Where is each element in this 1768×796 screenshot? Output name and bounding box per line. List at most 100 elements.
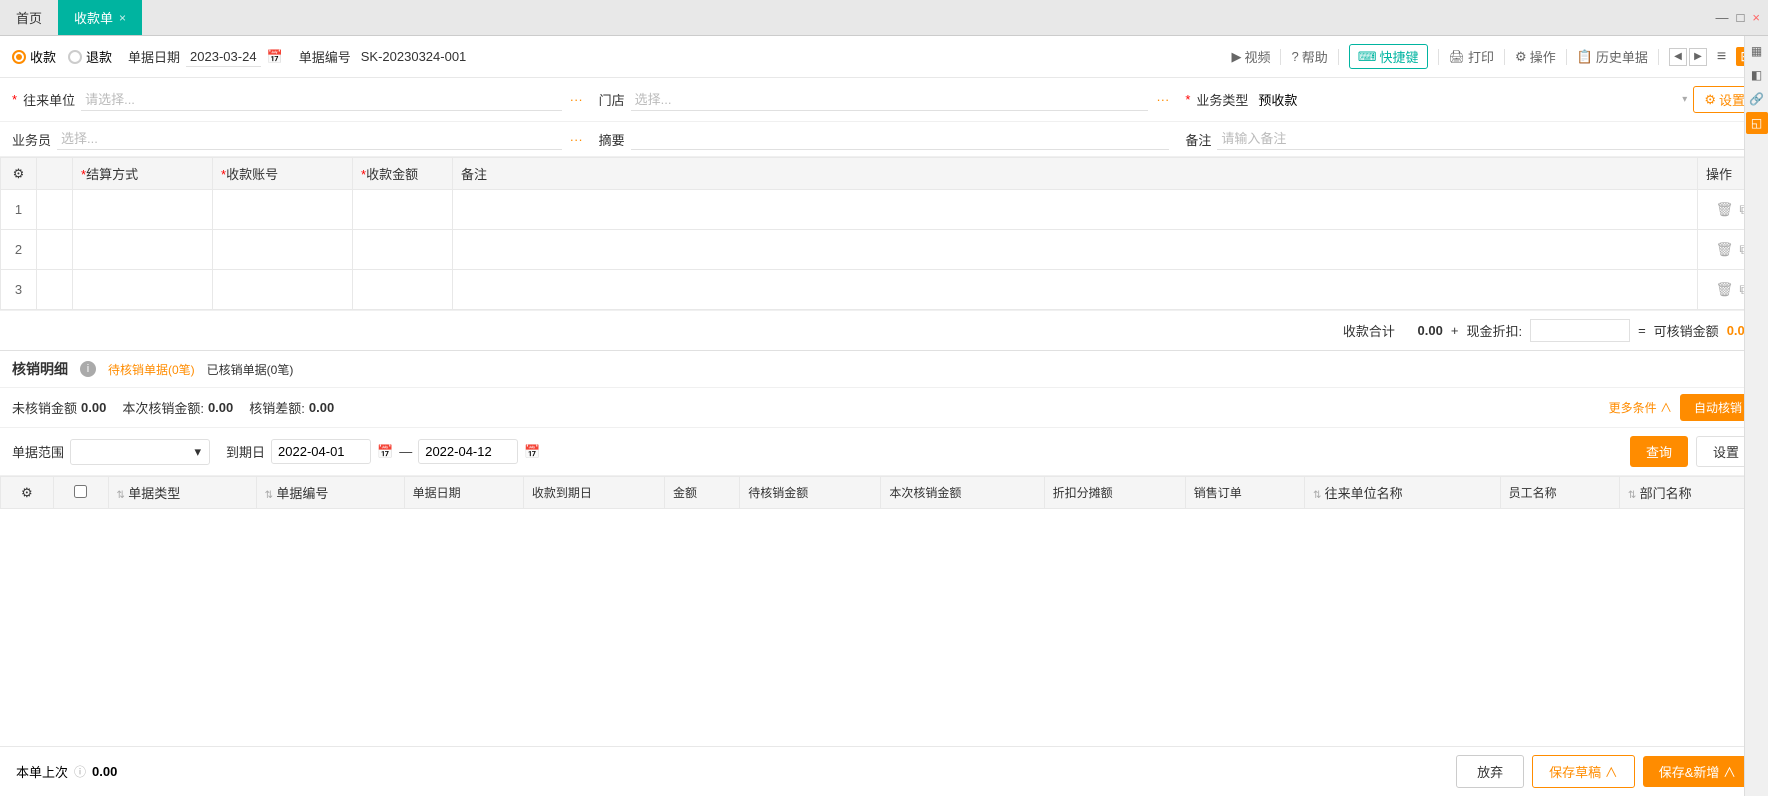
table-settle-header: *结算方式 — [73, 158, 213, 190]
operation-btn[interactable]: ⚙ 操作 — [1515, 47, 1556, 66]
staff-dots-icon[interactable]: ··· — [570, 132, 583, 147]
video-btn[interactable]: ▶ 视频 — [1231, 47, 1270, 66]
vt-gear-header[interactable]: ⚙ — [1, 477, 54, 509]
row2-amount[interactable] — [353, 230, 453, 270]
tab-receipt-label: 收款单 — [74, 8, 113, 27]
partner-input[interactable] — [81, 89, 562, 111]
remark-input[interactable] — [1217, 128, 1756, 150]
vt-check-all[interactable] — [74, 485, 87, 498]
save-draft-btn[interactable]: 保存草稿 ∧ — [1532, 755, 1635, 788]
window-close-icon[interactable]: × — [1752, 10, 1760, 25]
partner-label: 往来单位 — [23, 90, 75, 109]
list-view-icon[interactable]: ≡ — [1717, 48, 1726, 66]
verify-title: 核销明细 — [12, 359, 68, 379]
date-sep: — — [399, 444, 412, 459]
window-maximize-icon[interactable]: □ — [1737, 10, 1745, 25]
calendar-icon[interactable]: 📅 — [267, 49, 283, 65]
due-date-to[interactable] — [418, 439, 518, 464]
tab-done[interactable]: 已核销单据(0笔) — [207, 361, 294, 378]
summary-input[interactable] — [631, 128, 1170, 150]
tab-close-icon[interactable]: × — [119, 11, 126, 25]
query-btn[interactable]: 查询 — [1630, 436, 1688, 467]
partner-dots-icon[interactable]: ··· — [570, 92, 583, 107]
print-btn[interactable]: 🖨 打印 — [1449, 47, 1495, 66]
history-btn[interactable]: 📋 历史单据 — [1577, 47, 1648, 66]
biz-type-field: * 业务类型 预收款 ▾ ⚙ 设置 — [1185, 86, 1756, 113]
plus-sign: + — [1451, 323, 1459, 338]
unchecked-value: 0.00 — [81, 400, 106, 415]
row3-account[interactable] — [213, 270, 353, 310]
row2-remark[interactable] — [453, 230, 1698, 270]
row3-delete-icon[interactable]: 🗑 — [1716, 281, 1734, 298]
doc-date-label: 单据日期 — [128, 47, 180, 66]
abandon-btn[interactable]: 放弃 — [1456, 755, 1524, 788]
row2-delete-icon[interactable]: 🗑 — [1716, 241, 1734, 258]
summary-label: 摘要 — [599, 130, 625, 149]
receipt-radio[interactable]: 收款 — [12, 47, 56, 66]
row1-delete-icon[interactable]: 🗑 — [1716, 201, 1734, 218]
help-icon: ? — [1291, 49, 1298, 64]
help-btn[interactable]: ? 帮助 — [1291, 47, 1327, 66]
row2-settle[interactable] — [73, 230, 213, 270]
per-page-value: 0.00 — [92, 764, 117, 779]
verify-table-wrap: ⚙ ⇅ 单据类型 ⇅ 单据编号 单据日期 — [0, 476, 1768, 746]
calendar-to-icon[interactable]: 📅 — [524, 444, 540, 460]
prev-btn[interactable]: ◀ — [1669, 48, 1687, 66]
store-input[interactable] — [631, 89, 1149, 111]
more-filters-btn[interactable]: 更多条件 ∧ — [1609, 399, 1672, 416]
row1-remark[interactable] — [453, 190, 1698, 230]
next-btn[interactable]: ▶ — [1689, 48, 1707, 66]
row1-amount[interactable] — [353, 190, 453, 230]
sidebar-table-icon[interactable]: ▦ — [1746, 40, 1768, 62]
tab-pending[interactable]: 待核销单据(0笔) — [108, 361, 195, 378]
biz-type-label: 业务类型 — [1196, 90, 1248, 109]
row3-settle[interactable] — [73, 270, 213, 310]
shortcut-btn[interactable]: ⌨ 快捷键 — [1349, 44, 1428, 69]
row3-num: 3 — [1, 270, 37, 310]
table-gear-header[interactable]: ⚙ — [1, 158, 37, 190]
vt-check-header — [53, 477, 108, 509]
vt-staff-name-header: 员工名称 — [1500, 477, 1619, 509]
sidebar-panel-icon[interactable]: ◧ — [1746, 64, 1768, 86]
row3-remark[interactable] — [453, 270, 1698, 310]
tab-receipt[interactable]: 收款单 × — [58, 0, 142, 35]
toolbar: 收款 退款 单据日期 2023-03-24 📅 单据编号 SK-20230324… — [0, 36, 1768, 78]
row1-num: 1 — [1, 190, 37, 230]
due-date-from[interactable] — [271, 439, 371, 464]
row2-num2 — [37, 230, 73, 270]
row2-account[interactable] — [213, 230, 353, 270]
doc-no-label: 单据编号 — [299, 47, 351, 66]
doc-range-label: 单据范围 — [12, 442, 64, 461]
doc-range-select[interactable]: ▾ — [70, 439, 210, 465]
vt-doc-no-header: ⇅ 单据编号 — [256, 477, 404, 509]
sidebar-link-icon[interactable]: 🔗 — [1746, 88, 1768, 110]
video-icon: ▶ — [1231, 49, 1241, 65]
row3-amount[interactable] — [353, 270, 453, 310]
biz-type-arrow-icon[interactable]: ▾ — [1682, 94, 1687, 105]
vt-due-date-header: 收款到期日 — [523, 477, 664, 509]
divider2 — [1338, 49, 1339, 65]
store-dots-icon[interactable]: ··· — [1156, 92, 1169, 107]
save-new-btn[interactable]: 保存&新增 ∧ — [1643, 756, 1752, 787]
current-verify-label: 本次核销金额: — [122, 398, 204, 417]
window-minimize-icon[interactable]: — — [1716, 10, 1729, 25]
calendar-from-icon[interactable]: 📅 — [377, 444, 393, 460]
refund-radio[interactable]: 退款 — [68, 47, 112, 66]
sidebar-expand-icon[interactable]: ◱ — [1746, 112, 1768, 134]
discount-label: 现金折扣: — [1466, 321, 1522, 340]
vt-partner-sort-icon: ⇅ — [1313, 490, 1321, 501]
row1-account[interactable] — [213, 190, 353, 230]
total-value: 0.00 — [1403, 323, 1443, 338]
tab-home[interactable]: 首页 — [0, 0, 58, 35]
info-icon[interactable]: ⓘ — [74, 763, 86, 780]
partner-req-mark: * — [12, 92, 17, 107]
doc-date-value[interactable]: 2023-03-24 — [186, 47, 261, 67]
row1-settle[interactable] — [73, 190, 213, 230]
remark-field: 备注 — [1185, 128, 1756, 150]
discount-input[interactable] — [1530, 319, 1630, 342]
staff-input[interactable] — [57, 128, 562, 150]
doc-range-arrow-icon: ▾ — [194, 444, 201, 460]
table-row: 3 🗑 ⧉ — [1, 270, 1768, 310]
vt-amount-header: 金额 — [665, 477, 740, 509]
verify-info-icon[interactable]: i — [80, 361, 96, 377]
